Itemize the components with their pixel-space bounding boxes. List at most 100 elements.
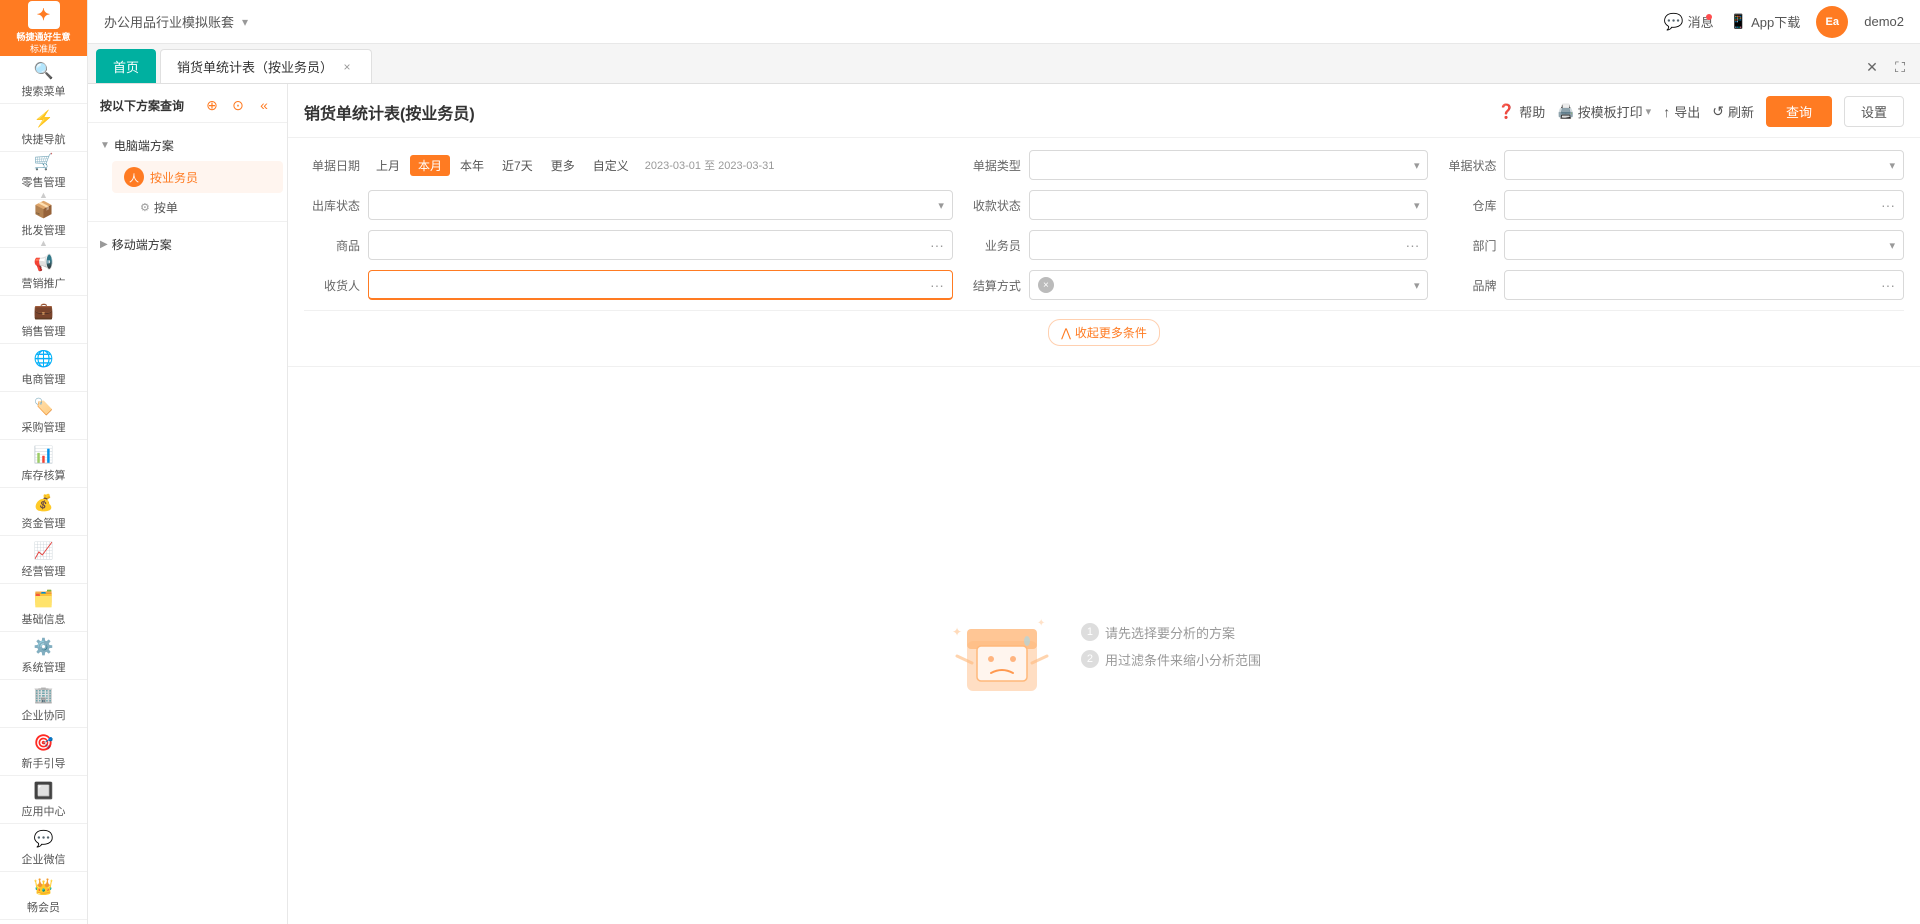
settlement-clear-btn[interactable]: × bbox=[1038, 277, 1054, 293]
sidebar-item-newuser[interactable]: 🎯 新手引导 bbox=[0, 728, 88, 776]
date-btn-7days[interactable]: 近7天 bbox=[494, 155, 541, 176]
tab-close-all-btn[interactable]: ✕ bbox=[1860, 55, 1884, 79]
doc-status-dropdown[interactable]: ▾ bbox=[1504, 150, 1904, 180]
member-icon: 👑 bbox=[34, 877, 54, 897]
tree-desktop-label[interactable]: ▼ 电脑端方案 bbox=[88, 131, 287, 160]
system-label: 系统管理 bbox=[22, 659, 66, 675]
sidebar-item-quick-nav[interactable]: ⚡ 快捷导航 bbox=[0, 104, 88, 152]
sales-icon: 💼 bbox=[34, 301, 54, 321]
content-area: 按以下方案查询 ⊕ ⊙ « ▼ bbox=[88, 84, 1920, 924]
sidebar-item-member[interactable]: 👑 畅会员 bbox=[0, 872, 88, 920]
settings-scheme-btn[interactable]: ⊙ bbox=[227, 94, 249, 116]
tree-mobile-label[interactable]: ▶ 移动端方案 bbox=[88, 230, 287, 259]
settings-btn[interactable]: 设置 bbox=[1844, 96, 1904, 127]
delivery-label: 出库状态 bbox=[304, 197, 360, 214]
warehouse-more-icon[interactable]: ··· bbox=[1881, 197, 1895, 213]
filter-payment-col: 收款状态 ▾ bbox=[965, 190, 1429, 220]
tree-sub-item-by-order[interactable]: ⚙ 按单 bbox=[108, 194, 287, 221]
user-name[interactable]: demo2 bbox=[1864, 14, 1904, 29]
sidebar-item-corp-wechat[interactable]: 💬 企业微信 bbox=[0, 824, 88, 872]
sidebar-item-system[interactable]: ⚙️ 系统管理 bbox=[0, 632, 88, 680]
sidebar-item-operation[interactable]: 📈 经营管理 bbox=[0, 536, 88, 584]
filter-date-col: 单据日期 上月 本月 本年 近7天 更多 自定义 20 bbox=[304, 155, 953, 176]
warehouse-input[interactable]: ··· bbox=[1504, 190, 1904, 220]
consignee-more-icon[interactable]: ··· bbox=[930, 277, 944, 293]
template-print-btn[interactable]: 🖨️ 按模板打印 ▾ bbox=[1557, 102, 1651, 121]
salesperson-more-icon[interactable]: ··· bbox=[1405, 237, 1419, 253]
tab-controls: ✕ ⛶ bbox=[1860, 55, 1912, 83]
salesperson-input[interactable]: ··· bbox=[1029, 230, 1429, 260]
empty-hint-2: 2 用过滤条件来缩小分析范围 bbox=[1081, 650, 1261, 669]
refresh-icon: ↺ bbox=[1712, 103, 1724, 120]
add-scheme-btn[interactable]: ⊕ bbox=[201, 94, 223, 116]
tab-close-btn[interactable]: × bbox=[339, 59, 355, 75]
tab-home[interactable]: 首页 bbox=[96, 49, 156, 83]
consignee-input[interactable]: ··· bbox=[368, 270, 953, 300]
main-content-inner: 销货单统计表(按业务员) ❓ 帮助 🖨️ 按模板打印 ▾ ↑ bbox=[288, 84, 1920, 924]
sidebar-item-basic[interactable]: 🗂️ 基础信息 bbox=[0, 584, 88, 632]
settlement-dropdown[interactable]: × ▾ bbox=[1029, 270, 1429, 300]
delivery-dropdown[interactable]: ▾ bbox=[368, 190, 953, 220]
export-btn[interactable]: ↑ 导出 bbox=[1663, 102, 1700, 121]
sidebar-item-purchase[interactable]: 🏷️ 采购管理 bbox=[0, 392, 88, 440]
ecommerce-icon: 🌐 bbox=[34, 349, 54, 369]
sidebar: ✦ 畅捷通好生意标准版 🔍 搜索菜单 ⚡ 快捷导航 🛒 零售管理 ▲ 📦 批发管… bbox=[0, 0, 88, 924]
collapse-row: ⋀ 收起更多条件 bbox=[304, 310, 1904, 354]
settings-icon: ⊙ bbox=[232, 97, 244, 114]
sidebar-item-marketing[interactable]: 📢 营销推广 bbox=[0, 248, 88, 296]
finance-label: 资金管理 bbox=[22, 515, 66, 531]
sidebar-item-enterprise[interactable]: 🏢 企业协同 bbox=[0, 680, 88, 728]
sidebar-item-retail[interactable]: 🛒 零售管理 ▲ bbox=[0, 152, 88, 200]
sidebar-item-search-menu[interactable]: 🔍 搜索菜单 bbox=[0, 56, 88, 104]
product-more-icon[interactable]: ··· bbox=[930, 237, 944, 253]
sidebar-item-wholesale[interactable]: 📦 批发管理 ▲ bbox=[0, 200, 88, 248]
message-btn[interactable]: 💬 消息 bbox=[1664, 12, 1714, 32]
app-download-btn[interactable]: 📱 App下载 bbox=[1730, 12, 1801, 31]
marketing-label: 营销推广 bbox=[22, 275, 66, 291]
date-btn-this-year[interactable]: 本年 bbox=[452, 155, 492, 176]
query-btn[interactable]: 查询 bbox=[1766, 96, 1832, 127]
sidebar-item-inventory[interactable]: 📊 库存核算 bbox=[0, 440, 88, 488]
tree-item-by-salesperson[interactable]: 人 按业务员 bbox=[112, 161, 283, 193]
tree-mobile-text: 移动端方案 bbox=[112, 236, 172, 253]
collapse-panel-btn[interactable]: « bbox=[253, 94, 275, 116]
brand-input[interactable]: ··· bbox=[1504, 270, 1904, 300]
tab-sales-stats[interactable]: 销货单统计表（按业务员） × bbox=[160, 49, 372, 83]
sidebar-item-ecommerce[interactable]: 🌐 电商管理 bbox=[0, 344, 88, 392]
delivery-chevron: ▾ bbox=[938, 199, 944, 212]
date-btn-more[interactable]: 更多 bbox=[543, 155, 583, 176]
breadcrumb-dropdown-icon[interactable]: ▾ bbox=[242, 15, 248, 29]
doc-type-chevron: ▾ bbox=[1414, 159, 1420, 172]
filter-area: 单据日期 上月 本月 本年 近7天 更多 自定义 20 bbox=[288, 138, 1920, 367]
collapse-btn[interactable]: ⋀ 收起更多条件 bbox=[1048, 319, 1160, 346]
hint-num-1: 1 bbox=[1081, 623, 1099, 641]
product-input[interactable]: ··· bbox=[368, 230, 953, 260]
doc-type-dropdown[interactable]: ▾ bbox=[1029, 150, 1429, 180]
date-btn-this-month[interactable]: 本月 bbox=[410, 155, 450, 176]
payment-label: 收款状态 bbox=[965, 197, 1021, 214]
sidebar-item-sales[interactable]: 💼 销售管理 bbox=[0, 296, 88, 344]
sidebar-item-apps[interactable]: 🔲 应用中心 bbox=[0, 776, 88, 824]
marketing-icon: 📢 bbox=[34, 253, 54, 273]
wholesale-label: 批发管理 bbox=[22, 222, 66, 238]
finance-icon: 💰 bbox=[34, 493, 54, 513]
filter-row-1: 单据日期 上月 本月 本年 近7天 更多 自定义 20 bbox=[304, 150, 1904, 180]
collapse-label: 收起更多条件 bbox=[1075, 324, 1147, 341]
print-icon: 🖨️ bbox=[1557, 103, 1574, 120]
apps-label: 应用中心 bbox=[22, 803, 66, 819]
newuser-label: 新手引导 bbox=[22, 755, 66, 771]
refresh-btn[interactable]: ↺ 刷新 bbox=[1712, 102, 1754, 121]
date-btn-last-month[interactable]: 上月 bbox=[368, 155, 408, 176]
payment-dropdown[interactable]: ▾ bbox=[1029, 190, 1429, 220]
tree-item-salesperson-label: 按业务员 bbox=[150, 169, 198, 186]
tree-sub-icon-order: ⚙ bbox=[140, 201, 150, 214]
date-btn-custom[interactable]: 自定义 bbox=[585, 155, 637, 176]
brand-more-icon[interactable]: ··· bbox=[1881, 277, 1895, 293]
filter-department-col: 部门 ▾ bbox=[1440, 230, 1904, 260]
department-dropdown[interactable]: ▾ bbox=[1504, 230, 1904, 260]
user-avatar[interactable]: Ea bbox=[1816, 6, 1848, 38]
help-btn[interactable]: ❓ 帮助 bbox=[1498, 102, 1545, 121]
page-actions: ❓ 帮助 🖨️ 按模板打印 ▾ ↑ 导出 ↺ bbox=[1498, 96, 1904, 127]
tab-fullscreen-btn[interactable]: ⛶ bbox=[1888, 55, 1912, 79]
sidebar-item-finance[interactable]: 💰 资金管理 bbox=[0, 488, 88, 536]
